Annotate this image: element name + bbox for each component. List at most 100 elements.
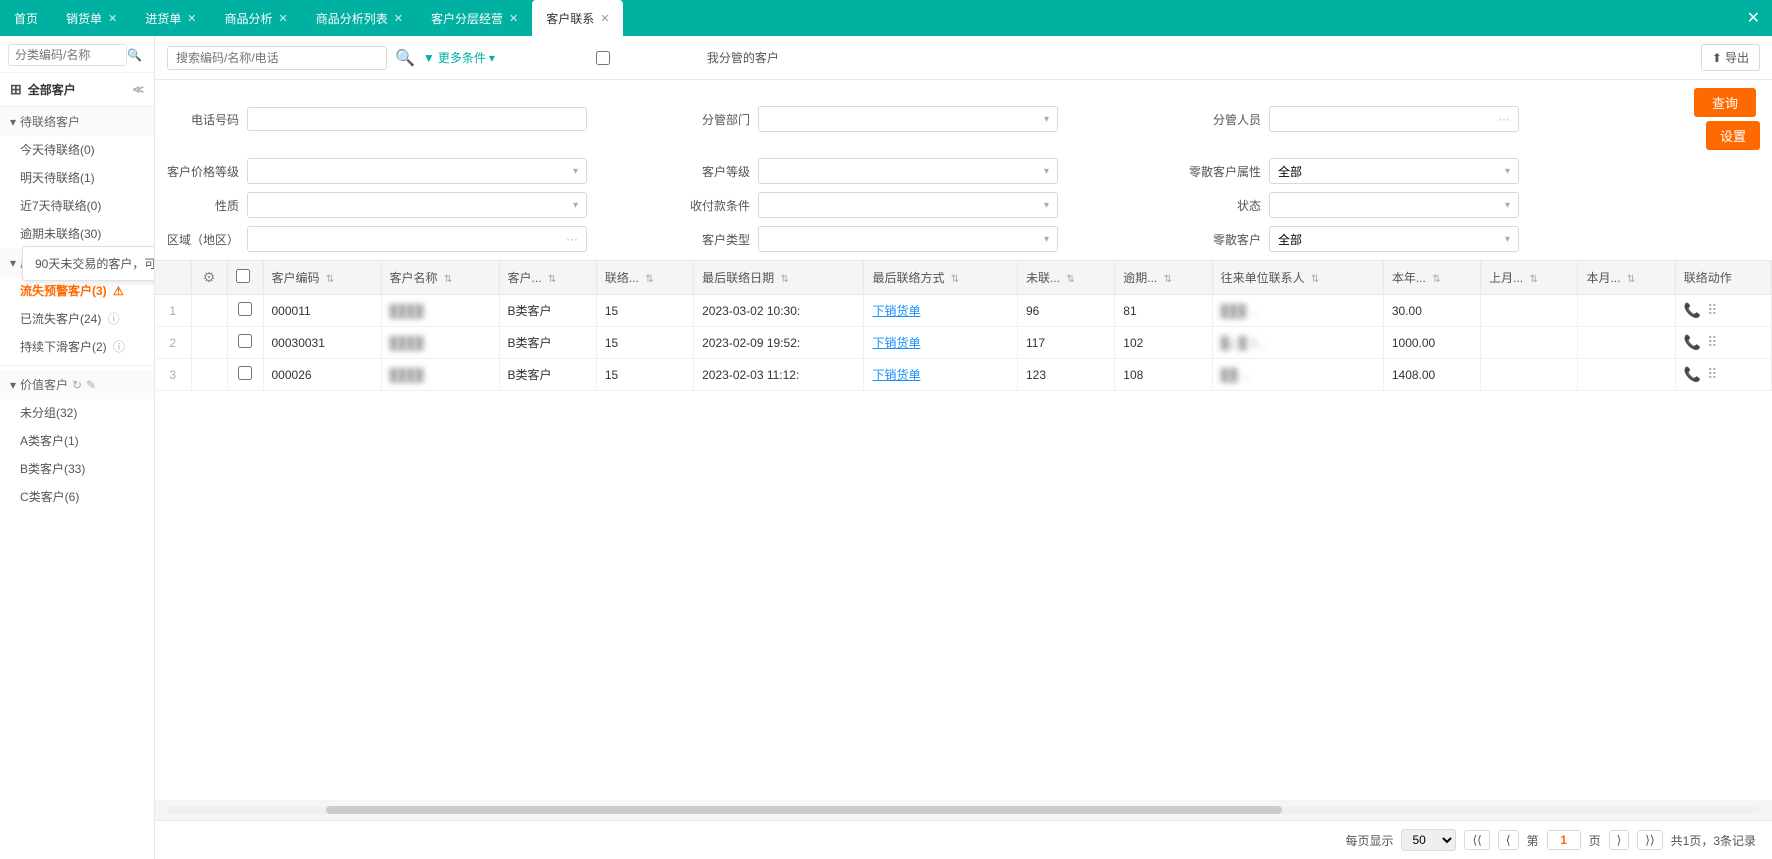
filter-person-select[interactable]: ··· (1269, 106, 1519, 132)
select-all-checkbox[interactable] (236, 269, 250, 283)
action-more-icon-0[interactable]: ⠿ (1707, 302, 1717, 319)
table-body: 1 000011 ████ B类客户 15 2023-03-02 10:30: … (155, 295, 1772, 391)
tab-purchase-order[interactable]: 进货单 ✕ (131, 0, 210, 36)
filter-cust-grade-select[interactable]: ▾ (758, 158, 1058, 184)
pagination-bar: 每页显示 50 100 200 ⟨⟨ ⟨ 第 页 ⟩ ⟩⟩ 共1页，3条记录 (155, 820, 1772, 859)
contact-person-sort-icon[interactable]: ⇅ (1311, 274, 1319, 285)
sidebar-item-churn-warning[interactable]: 流失预警客户(3) ⚠ (0, 277, 154, 305)
cell-this-year-1: 1000.00 (1383, 327, 1480, 359)
sidebar-section-value[interactable]: ▾ 价值客户 ↻ ✎ (0, 370, 154, 399)
cell-last-method-2[interactable]: 下销货单 (864, 359, 1018, 391)
table-settings-gear-icon[interactable]: ⚙ (203, 269, 216, 285)
action-more-icon-2[interactable]: ⠿ (1707, 366, 1717, 383)
sidebar-item-churned[interactable]: 已流失客户(24) ⓘ (0, 305, 154, 333)
filter-price-grade-select[interactable]: ▾ (247, 158, 587, 184)
filter-status-select[interactable]: ▾ (1269, 192, 1519, 218)
row-checkbox-2[interactable] (238, 366, 252, 380)
filter-zero-retail-attr-select[interactable]: 全部 ▾ (1269, 158, 1519, 184)
last-month-sort-icon[interactable]: ⇅ (1530, 274, 1538, 285)
tab-sales-order-close[interactable]: ✕ (108, 12, 117, 25)
zero-retail-attr-chevron: ▾ (1505, 166, 1510, 177)
tab-customer-tier[interactable]: 客户分层经营 ✕ (417, 0, 532, 36)
filter-payment-select[interactable]: ▾ (758, 192, 1058, 218)
filter-zero-retail: 零散客户 全部 ▾ (1189, 226, 1680, 252)
th-code-label: 客户编码 (272, 271, 320, 285)
value-edit-icon[interactable]: ✎ (86, 378, 96, 392)
filter-zero-retail-select[interactable]: 全部 ▾ (1269, 226, 1519, 252)
tab-customer-tier-close[interactable]: ✕ (509, 12, 518, 25)
prev-page-button[interactable]: ⟨ (1498, 830, 1519, 850)
sidebar-item-type-a[interactable]: A类客户(1) (0, 427, 154, 455)
query-button[interactable]: 查询 (1694, 88, 1756, 117)
sidebar-item-declining[interactable]: 持续下滑客户(2) ⓘ (0, 333, 154, 361)
settings-button[interactable]: 设置 (1706, 121, 1760, 150)
unreached-sort-icon[interactable]: ⇅ (1066, 274, 1074, 285)
tab-home[interactable]: 首页 (0, 0, 52, 36)
filter-dept-select[interactable]: ▾ (758, 106, 1058, 132)
horizontal-scrollbar-track[interactable] (167, 806, 1760, 814)
this-year-sort-icon[interactable]: ⇅ (1432, 274, 1440, 285)
sidebar-section-pending[interactable]: ▾ 待联络客户 (0, 107, 154, 136)
action-contact-icon-2[interactable]: 📞 (1684, 366, 1701, 383)
region-dots[interactable]: ··· (566, 232, 578, 246)
horizontal-scrollbar-thumb[interactable] (326, 806, 1282, 814)
export-button[interactable]: ⬆ 导出 (1701, 44, 1760, 71)
sidebar-item-type-c[interactable]: C类客户(6) (0, 483, 154, 511)
person-dots[interactable]: ··· (1498, 112, 1510, 126)
action-contact-icon-1[interactable]: 📞 (1684, 334, 1701, 351)
tab-purchase-order-close[interactable]: ✕ (187, 12, 196, 25)
sidebar-item-today[interactable]: 今天待联络(0) (0, 136, 154, 164)
filter-cust-type-select[interactable]: ▾ (758, 226, 1058, 252)
sidebar-item-type-b[interactable]: B类客户(33) (0, 455, 154, 483)
first-page-button[interactable]: ⟨⟨ (1464, 830, 1489, 850)
action-more-icon-1[interactable]: ⠿ (1707, 334, 1717, 351)
sidebar-item-unclassified[interactable]: 未分组(32) (0, 399, 154, 427)
tab-product-analysis[interactable]: 商品分析 ✕ (210, 0, 301, 36)
sidebar-item-7days-label: 近7天待联络(0) (20, 199, 101, 213)
tab-customer-contact[interactable]: 客户联系 ✕ (532, 0, 623, 36)
sidebar-item-declining-label: 持续下滑客户(2) (20, 340, 107, 354)
search-button[interactable]: 🔍 (395, 48, 415, 68)
my-customers-checkbox-area[interactable]: 我分管的客户 (503, 49, 779, 66)
row-checkbox-1[interactable] (238, 334, 252, 348)
action-contact-icon-0[interactable]: 📞 (1684, 302, 1701, 319)
sidebar-item-type-b-label: B类客户(33) (20, 462, 85, 476)
value-refresh-icon[interactable]: ↻ (72, 378, 82, 392)
window-close-button[interactable]: ✕ (1747, 8, 1772, 28)
sidebar-item-tomorrow[interactable]: 明天待联络(1) (0, 164, 154, 192)
contact-sort-icon[interactable]: ⇅ (645, 274, 653, 285)
page-unit-label: 页 (1589, 832, 1601, 849)
tab-product-list[interactable]: 商品分析列表 ✕ (302, 0, 417, 36)
cell-last-method-1[interactable]: 下销货单 (864, 327, 1018, 359)
next-page-button[interactable]: ⟩ (1609, 830, 1630, 850)
type-sort-icon[interactable]: ⇅ (548, 274, 556, 285)
page-size-select[interactable]: 50 100 200 (1401, 829, 1456, 851)
tab-sales-order-label: 销货单 (66, 10, 102, 27)
sidebar-all-customers[interactable]: ⊞ 全部客户 ≪ (0, 73, 154, 107)
tab-sales-order[interactable]: 销货单 ✕ (52, 0, 131, 36)
filter-region-select[interactable]: ··· (247, 226, 587, 252)
this-month-sort-icon[interactable]: ⇅ (1627, 274, 1635, 285)
page-number-input[interactable] (1547, 830, 1581, 850)
more-conditions-toggle[interactable]: ▼ 更多条件 ▾ (423, 49, 495, 66)
sidebar-item-overdue-contact[interactable]: 逾期未联络(30) (0, 220, 154, 248)
search-input[interactable] (167, 46, 387, 70)
cell-code-0: 000011 (263, 295, 381, 327)
row-checkbox-0[interactable] (238, 302, 252, 316)
filter-gender-select[interactable]: ▾ (247, 192, 587, 218)
last-date-sort-icon[interactable]: ⇅ (780, 274, 788, 285)
table-row: 3 000026 ████ B类客户 15 2023-02-03 11:12: … (155, 359, 1772, 391)
filter-phone-input[interactable] (247, 107, 587, 131)
tab-product-list-close[interactable]: ✕ (394, 12, 403, 25)
name-sort-icon[interactable]: ⇅ (444, 274, 452, 285)
tab-customer-contact-close[interactable]: ✕ (600, 12, 609, 25)
code-sort-icon[interactable]: ⇅ (326, 274, 334, 285)
last-method-sort-icon[interactable]: ⇅ (951, 274, 959, 285)
sidebar-search-input[interactable] (8, 44, 127, 66)
tab-product-analysis-close[interactable]: ✕ (279, 12, 288, 25)
cell-last-method-0[interactable]: 下销货单 (864, 295, 1018, 327)
overdue-sort-icon[interactable]: ⇅ (1164, 274, 1172, 285)
sidebar-item-7days[interactable]: 近7天待联络(0) (0, 192, 154, 220)
last-page-button[interactable]: ⟩⟩ (1637, 830, 1662, 850)
my-customers-checkbox[interactable] (503, 51, 703, 65)
